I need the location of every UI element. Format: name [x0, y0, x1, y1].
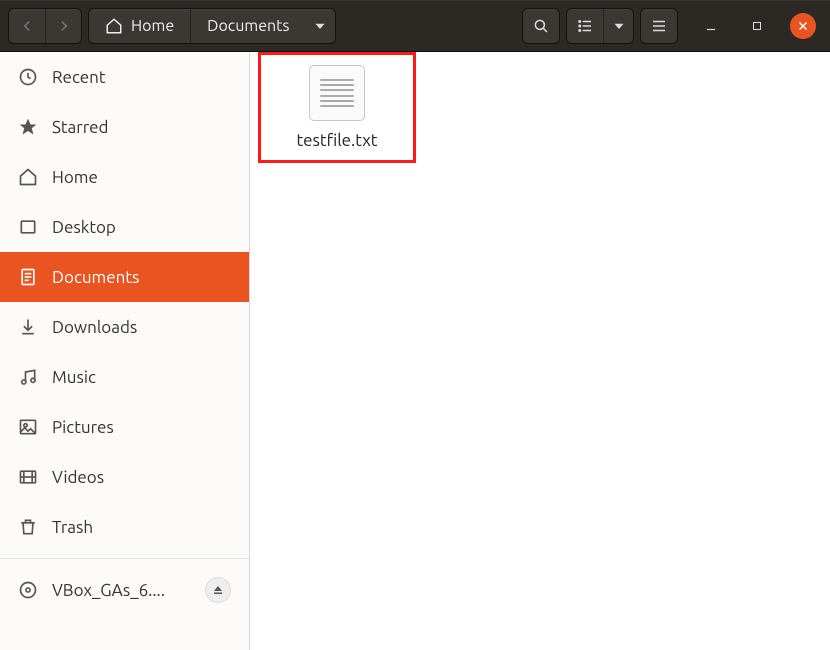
sidebar-item-label: Home [52, 168, 231, 187]
home-outline-icon [105, 17, 123, 35]
sidebar-item-label: Desktop [52, 218, 231, 237]
video-icon [18, 467, 38, 487]
sidebar-item-label: Starred [52, 118, 231, 137]
home-icon [18, 167, 38, 187]
music-icon [18, 367, 38, 387]
eject-icon [212, 584, 224, 596]
sidebar-item-home[interactable]: Home [0, 152, 249, 202]
trash-icon [18, 517, 38, 537]
window-controls [698, 13, 816, 39]
body-area: Recent Starred Home Desktop [0, 52, 830, 650]
minimize-icon [704, 19, 718, 33]
hamburger-icon [650, 17, 668, 35]
window-minimize-button[interactable] [698, 13, 724, 39]
chevron-left-icon [18, 17, 36, 35]
document-icon [18, 267, 38, 287]
search-icon [532, 17, 550, 35]
eject-button[interactable] [205, 577, 231, 603]
navigation-buttons-group [8, 8, 82, 44]
frame-icon [18, 217, 38, 237]
sidebar-item-recent[interactable]: Recent [0, 52, 249, 102]
breadcrumb-home[interactable]: Home [89, 9, 190, 43]
list-icon [576, 17, 594, 35]
hamburger-menu-button[interactable] [641, 9, 677, 43]
file-name-label: testfile.txt [297, 131, 378, 150]
sidebar-item-label: Downloads [52, 318, 231, 337]
breadcrumb-documents-label: Documents [207, 17, 289, 35]
sidebar-item-desktop[interactable]: Desktop [0, 202, 249, 252]
maximize-icon [751, 20, 763, 32]
picture-icon [18, 417, 38, 437]
menu-button-group [640, 8, 678, 44]
sidebar-item-label: Pictures [52, 418, 231, 437]
back-button[interactable] [9, 9, 45, 43]
sidebar-item-pictures[interactable]: Pictures [0, 402, 249, 452]
text-file-icon [309, 65, 365, 121]
header-toolbar: Home Documents [0, 0, 830, 52]
forward-button[interactable] [45, 9, 81, 43]
caret-down-icon [610, 17, 628, 35]
file-manager-window: Home Documents [0, 0, 830, 650]
file-view[interactable]: testfile.txt [250, 52, 830, 650]
breadcrumb-dropdown-button[interactable] [305, 9, 335, 43]
sidebar-item-videos[interactable]: Videos [0, 452, 249, 502]
close-icon [796, 19, 810, 33]
chevron-right-icon [55, 17, 73, 35]
window-close-button[interactable] [790, 13, 816, 39]
download-icon [18, 317, 38, 337]
sidebar-item-documents[interactable]: Documents [0, 252, 249, 302]
clock-icon [18, 67, 38, 87]
sidebar-item-music[interactable]: Music [0, 352, 249, 402]
view-mode-group [566, 8, 634, 44]
sidebar-item-label: Documents [52, 268, 231, 287]
places-sidebar: Recent Starred Home Desktop [0, 52, 250, 650]
caret-down-icon [311, 17, 329, 35]
sidebar-item-label: Recent [52, 68, 231, 87]
sidebar-item-downloads[interactable]: Downloads [0, 302, 249, 352]
breadcrumb-home-label: Home [131, 17, 174, 35]
sidebar-item-trash[interactable]: Trash [0, 502, 249, 552]
breadcrumb-path: Home Documents [88, 8, 336, 44]
disc-icon [18, 580, 38, 600]
sidebar-item-starred[interactable]: Starred [0, 102, 249, 152]
sidebar-device-vbox-gas[interactable]: VBox_GAs_6.... [0, 565, 249, 615]
search-button[interactable] [523, 9, 559, 43]
list-view-button[interactable] [567, 9, 603, 43]
sidebar-item-label: Music [52, 368, 231, 387]
window-maximize-button[interactable] [744, 13, 770, 39]
sidebar-item-label: Trash [52, 518, 231, 537]
star-icon [18, 117, 38, 137]
sidebar-separator [0, 558, 249, 559]
sidebar-item-label: Videos [52, 468, 231, 487]
breadcrumb-documents[interactable]: Documents [190, 9, 305, 43]
search-button-group [522, 8, 560, 44]
sidebar-device-label: VBox_GAs_6.... [52, 581, 191, 600]
file-item-testfile[interactable]: testfile.txt [258, 52, 416, 163]
view-mode-dropdown-button[interactable] [603, 9, 633, 43]
